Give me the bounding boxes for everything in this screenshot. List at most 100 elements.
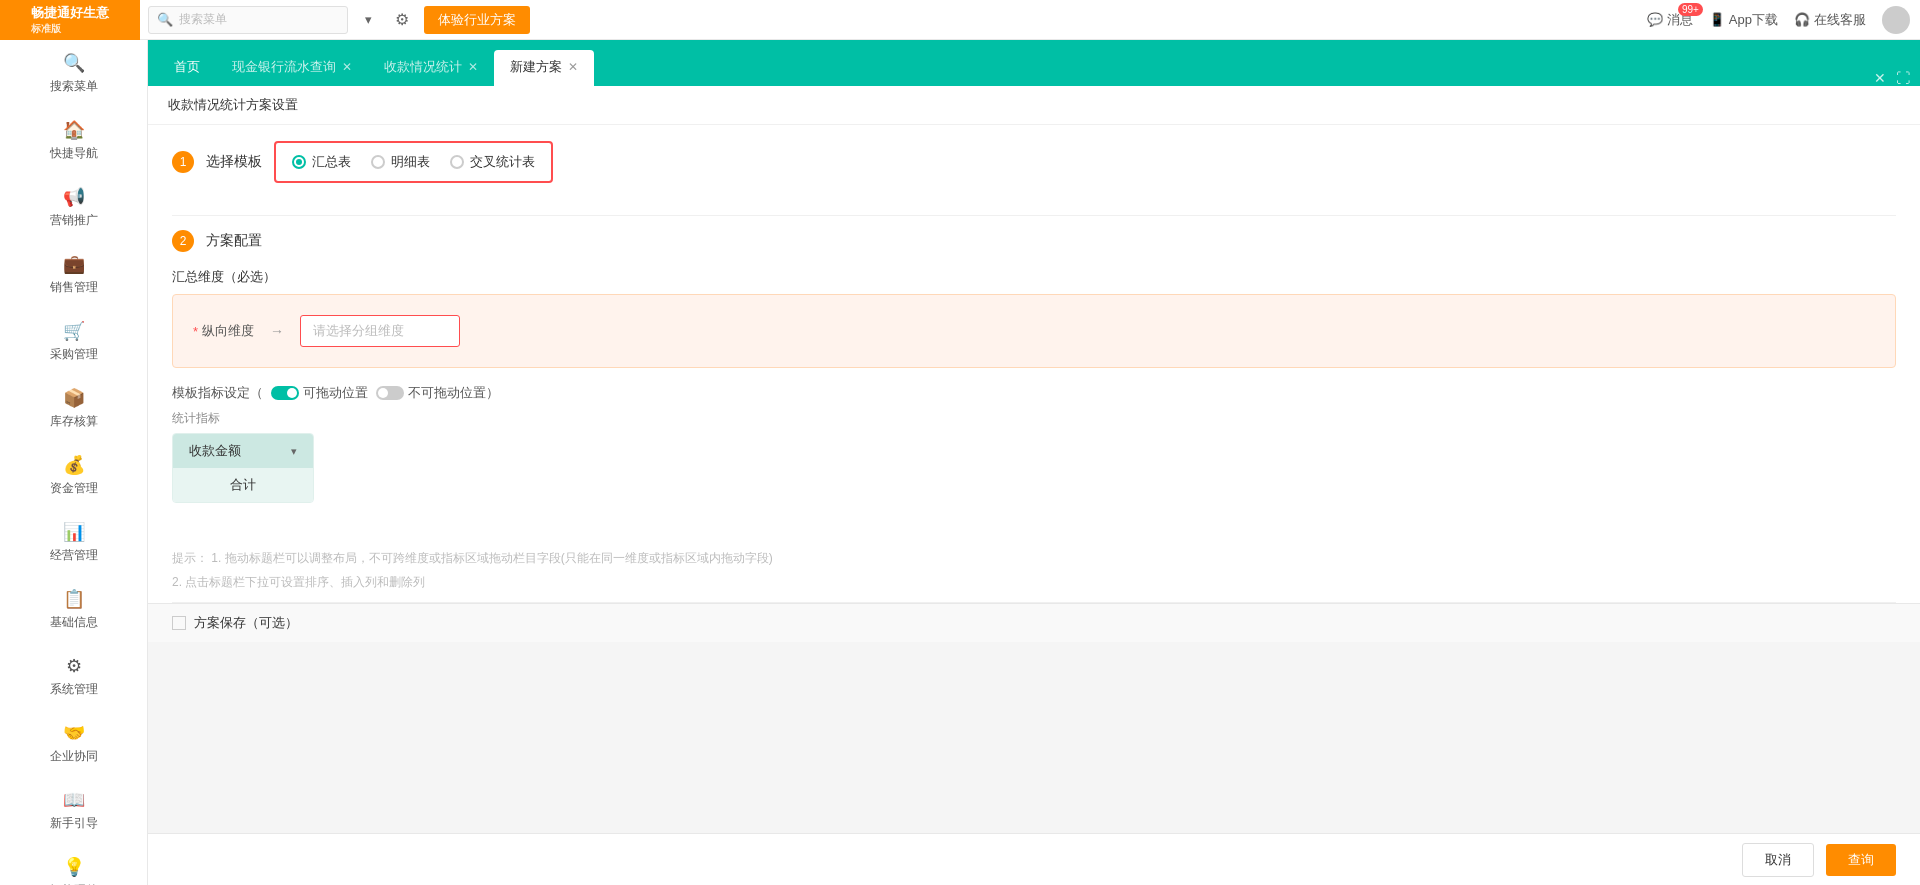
sidebar-label-search: 搜索菜单: [50, 78, 98, 95]
save-label: 方案保存（可选）: [194, 614, 298, 632]
content-area: 首页 现金银行流水查询 ✕ 收款情况统计 ✕ 新建方案 ✕ ✕ ⛶: [148, 40, 1920, 885]
required-star: *: [193, 324, 198, 339]
radio-detail[interactable]: 明细表: [371, 153, 430, 171]
radio-group: 汇总表 明细表 交叉统计表: [292, 153, 535, 171]
tab-collection-close[interactable]: ✕: [468, 60, 478, 74]
step1-label: 选择模板: [206, 153, 262, 171]
sidebar-label-inventory: 库存核算: [50, 413, 98, 430]
draggable-label: 可拖动位置: [303, 384, 368, 402]
dimension-vertical-label: * 纵向维度: [193, 322, 254, 340]
marketing-icon: 📢: [63, 186, 85, 208]
tabs-window-controls: ✕ ⛶: [1874, 70, 1910, 86]
step2-label: 方案配置: [206, 232, 262, 250]
dropdown-btn[interactable]: ▾: [356, 8, 380, 32]
hint-section: 提示： 1. 拖动标题栏可以调整布局，不可跨维度或指标区域拖动栏目字段(只能在同…: [148, 538, 1920, 602]
tab-cash-flow-label: 现金银行流水查询: [232, 58, 336, 76]
tab-collection-stats[interactable]: 收款情况统计 ✕: [368, 48, 494, 86]
bottom-bar: 取消 查询: [148, 833, 1920, 885]
search-icon: 🔍: [63, 52, 85, 74]
metrics-col1-header-text: 收款金额: [189, 442, 241, 460]
dimension-select-dropdown[interactable]: 请选择分组维度: [300, 315, 460, 347]
metrics-chevron-icon[interactable]: ▾: [291, 445, 297, 458]
sidebar-item-management[interactable]: 📊 经营管理: [0, 509, 147, 576]
dimension-subsection: 汇总维度（必选） * 纵向维度 → 请选择分组维度: [172, 268, 1896, 368]
inventory-icon: 📦: [63, 387, 85, 409]
industry-solution-button[interactable]: 体验行业方案: [424, 6, 530, 34]
sidebar-label-management: 经营管理: [50, 547, 98, 564]
radio-cross-label: 交叉统计表: [470, 153, 535, 171]
sidebar-item-purchase[interactable]: 🛒 采购管理: [0, 308, 147, 375]
sidebar-item-hardware[interactable]: 💡 智能硬件: [0, 844, 147, 885]
page-header: 收款情况统计方案设置: [148, 86, 1920, 125]
radio-detail-label: 明细表: [391, 153, 430, 171]
message-icon: 💬: [1647, 12, 1663, 27]
dimension-row: * 纵向维度 → 请选择分组维度: [193, 315, 1875, 347]
purchase-icon: 🛒: [63, 320, 85, 342]
sidebar-item-system[interactable]: ⚙ 系统管理: [0, 643, 147, 710]
tab-cash-flow-close[interactable]: ✕: [342, 60, 352, 74]
save-checkbox[interactable]: [172, 616, 186, 630]
sidebar-item-home[interactable]: 🏠 快捷导航: [0, 107, 147, 174]
step2-section: 2 方案配置 汇总维度（必选） * 纵向维度 →: [148, 216, 1920, 538]
metrics-table: 收款金额 ▾ 合计: [172, 433, 314, 503]
message-badge: 99+: [1678, 3, 1703, 16]
metrics-config-label: 模板指标设定（: [172, 384, 263, 402]
main-card: 收款情况统计方案设置 1 选择模板 汇总表: [148, 86, 1920, 642]
tab-new-plan-close[interactable]: ✕: [568, 60, 578, 74]
sidebar-item-enterprise[interactable]: 🤝 企业协同: [0, 710, 147, 777]
sidebar-label-system: 系统管理: [50, 681, 98, 698]
query-button[interactable]: 查询: [1826, 844, 1896, 876]
sidebar-item-basic-info[interactable]: 📋 基础信息: [0, 576, 147, 643]
sidebar-item-finance[interactable]: 💰 资金管理: [0, 442, 147, 509]
page-content: 收款情况统计方案设置 1 选择模板 汇总表: [148, 86, 1920, 833]
enterprise-icon: 🤝: [63, 722, 85, 744]
gear-icon: ⚙: [395, 10, 409, 29]
metrics-col1-header: 收款金额 ▾: [173, 434, 313, 468]
messages-btn[interactable]: 💬 消息 99+: [1647, 11, 1693, 29]
system-icon: ⚙: [66, 655, 82, 677]
chevron-down-icon: ▾: [365, 12, 372, 27]
dimension-placeholder: 请选择分组维度: [313, 323, 404, 338]
sidebar: 🔍 搜索菜单 🏠 快捷导航 📢 营销推广 💼 销售管理 🛒 采购管理 📦 库存核…: [0, 40, 148, 885]
service-label: 在线客服: [1814, 11, 1866, 29]
sidebar-item-search[interactable]: 🔍 搜索菜单: [0, 40, 147, 107]
settings-gear-btn[interactable]: ⚙: [388, 6, 416, 34]
radio-cross[interactable]: 交叉统计表: [450, 153, 535, 171]
sidebar-label-guide: 新手引导: [50, 815, 98, 832]
cancel-button[interactable]: 取消: [1742, 843, 1814, 877]
close-window-btn[interactable]: ✕: [1874, 70, 1886, 86]
user-avatar[interactable]: [1882, 6, 1910, 34]
tab-new-plan-label: 新建方案: [510, 58, 562, 76]
sidebar-label-marketing: 营销推广: [50, 212, 98, 229]
metrics-section-label: 统计指标: [172, 411, 220, 425]
search-box[interactable]: 🔍 搜索菜单: [148, 6, 348, 34]
tab-bar: 首页 现金银行流水查询 ✕ 收款情况统计 ✕ 新建方案 ✕ ✕ ⛶: [148, 40, 1920, 86]
logo-sub: 标准版: [31, 22, 109, 36]
tab-new-plan[interactable]: 新建方案 ✕: [494, 50, 594, 86]
radio-summary-label: 汇总表: [312, 153, 351, 171]
metrics-section: 模板指标设定（ 可拖动位置 不可拖: [172, 384, 1896, 522]
radio-summary[interactable]: 汇总表: [292, 153, 351, 171]
download-label: App下载: [1729, 11, 1778, 29]
hint1: 提示： 1. 拖动标题栏可以调整布局，不可跨维度或指标区域拖动栏目字段(只能在同…: [172, 546, 1896, 570]
tab-cash-flow[interactable]: 现金银行流水查询 ✕: [216, 48, 368, 86]
finance-icon: 💰: [63, 454, 85, 476]
guide-icon: 📖: [63, 789, 85, 811]
metrics-not-draggable-indicator: 不可拖动位置）: [376, 384, 499, 402]
sidebar-label-finance: 资金管理: [50, 480, 98, 497]
sidebar-item-inventory[interactable]: 📦 库存核算: [0, 375, 147, 442]
hardware-icon: 💡: [63, 856, 85, 878]
online-service-btn[interactable]: 🎧 在线客服: [1794, 11, 1866, 29]
maximize-window-btn[interactable]: ⛶: [1896, 70, 1910, 86]
radio-dot-detail: [371, 155, 385, 169]
home-icon: 🏠: [63, 119, 85, 141]
sidebar-item-marketing[interactable]: 📢 营销推广: [0, 174, 147, 241]
sidebar-item-guide[interactable]: 📖 新手引导: [0, 777, 147, 844]
tab-home[interactable]: 首页: [158, 48, 216, 86]
dimension-title: 汇总维度（必选）: [172, 268, 1896, 286]
dimension-vertical-text: 纵向维度: [202, 322, 254, 340]
sidebar-item-sales[interactable]: 💼 销售管理: [0, 241, 147, 308]
template-selection-box: 汇总表 明细表 交叉统计表: [274, 141, 553, 183]
app-download-btn[interactable]: 📱 App下载: [1709, 11, 1778, 29]
sidebar-label-enterprise: 企业协同: [50, 748, 98, 765]
